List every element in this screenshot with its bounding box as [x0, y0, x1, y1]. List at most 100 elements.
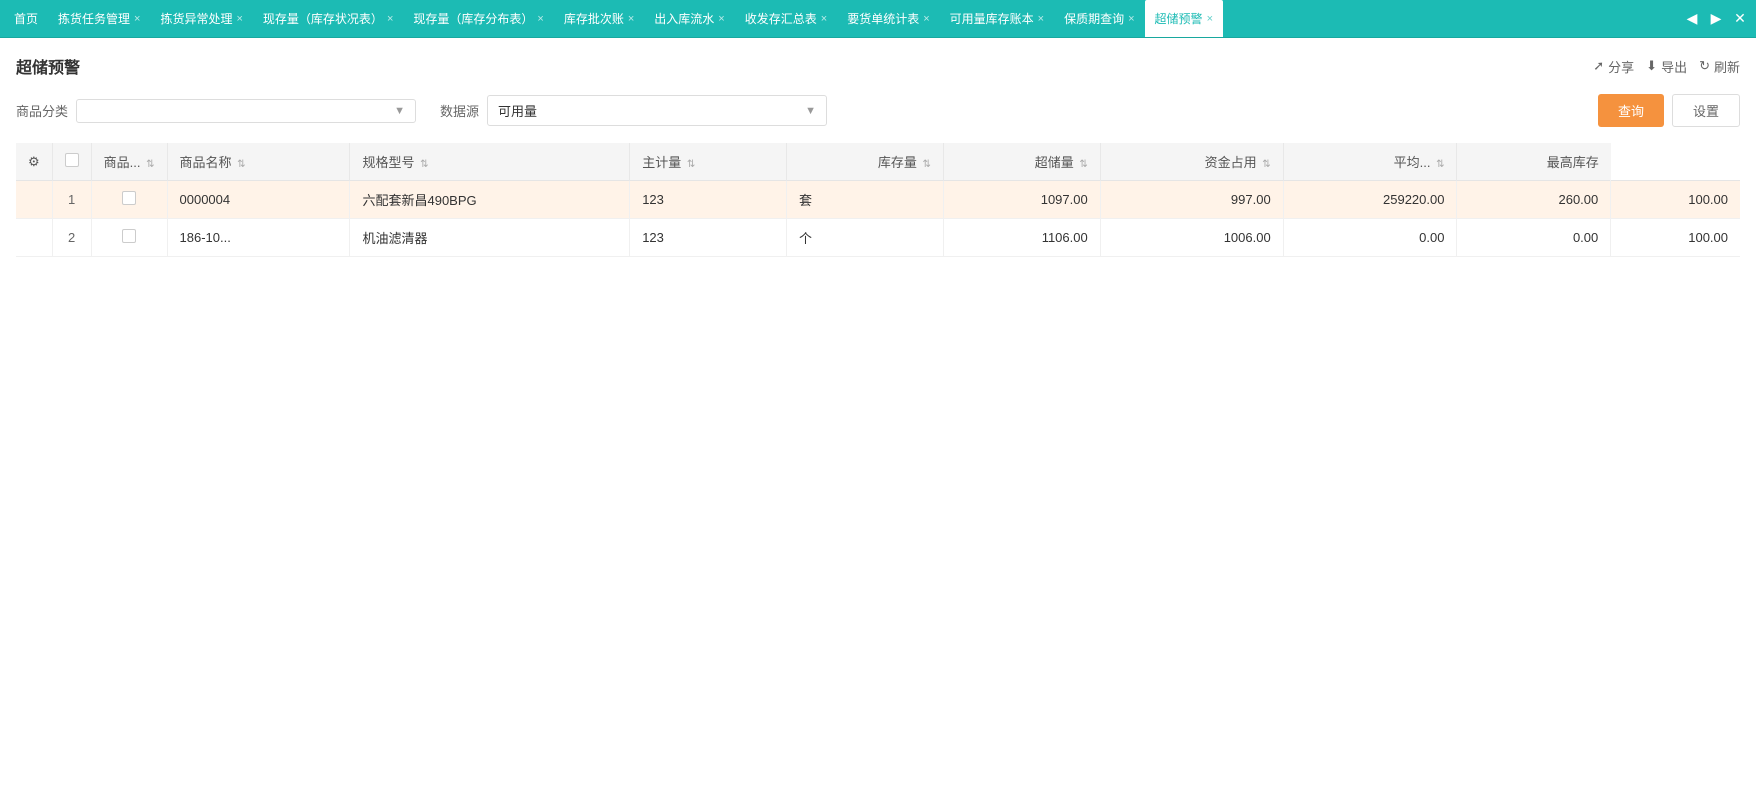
nav-tab-label: 出入库流水	[654, 10, 714, 27]
nav-tab-home[interactable]: 首页	[4, 0, 48, 38]
nav-tab-recv-send[interactable]: 收发存汇总表 ×	[735, 0, 837, 38]
nav-tab-close-icon[interactable]: ×	[236, 13, 242, 25]
row-unit: 个	[787, 219, 944, 257]
sort-icon: ⇅	[1262, 159, 1270, 170]
nav-tab-close-icon[interactable]: ×	[134, 13, 140, 25]
share-icon: ➚	[1593, 58, 1604, 74]
nav-tab-inventory-dist[interactable]: 现存量（库存分布表） ×	[403, 0, 553, 38]
row-overstock: 997.00	[1100, 181, 1283, 219]
col-overstock[interactable]: 超储量 ⇅	[943, 143, 1100, 181]
datasource-label: 数据源	[440, 101, 479, 120]
row-product-name: 机油滤清器	[350, 219, 630, 257]
col-max-stock[interactable]: 最高库存	[1457, 143, 1611, 181]
nav-tab-close-icon[interactable]: ×	[628, 13, 634, 25]
nav-tab-available-inv[interactable]: 可用量库存账本 ×	[940, 0, 1054, 38]
row-stock: 1106.00	[943, 219, 1100, 257]
nav-tab-close-icon[interactable]: ×	[718, 13, 724, 25]
col-stock[interactable]: 库存量 ⇅	[787, 143, 944, 181]
table-body: 10000004六配套新昌490BPG123套1097.00997.002592…	[16, 181, 1740, 257]
table-row: 2186-10...机油滤清器123个1106.001006.000.000.0…	[16, 219, 1740, 257]
row-avg: 0.00	[1457, 219, 1611, 257]
data-table: ⚙ 商品... ⇅ 商品名称 ⇅ 规格型号 ⇅ 主计量	[16, 143, 1740, 257]
row-checkbox[interactable]	[91, 219, 167, 257]
col-spec[interactable]: 规格型号 ⇅	[350, 143, 630, 181]
nav-tab-label: 可用量库存账本	[950, 10, 1034, 27]
nav-tab-order-stats[interactable]: 要货单统计表 ×	[837, 0, 939, 38]
nav-tab-close-icon[interactable]: ×	[923, 13, 929, 25]
row-num: 1	[52, 181, 91, 219]
row-product-code: 186-10...	[167, 219, 350, 257]
row-spec: 123	[630, 181, 787, 219]
category-label: 商品分类	[16, 101, 68, 120]
table-header: ⚙ 商品... ⇅ 商品名称 ⇅ 规格型号 ⇅ 主计量	[16, 143, 1740, 181]
nav-tab-label: 拣货异常处理	[160, 10, 232, 27]
row-capital: 259220.00	[1283, 181, 1457, 219]
nav-tab-close-icon[interactable]: ×	[387, 13, 393, 25]
row-capital: 0.00	[1283, 219, 1457, 257]
nav-close-button[interactable]: ✕	[1728, 0, 1752, 38]
header-actions: ➚ 分享 ⬇ 导出 ↻ 刷新	[1593, 57, 1740, 76]
datasource-filter: 数据源 可用量 ▼	[440, 95, 827, 126]
table-header-row: ⚙ 商品... ⇅ 商品名称 ⇅ 规格型号 ⇅ 主计量	[16, 143, 1740, 181]
sort-icon: ⇅	[1436, 159, 1444, 170]
datasource-select[interactable]: 可用量 ▼	[487, 95, 827, 126]
col-settings[interactable]: ⚙	[16, 143, 52, 181]
nav-tab-label: 超储预警	[1155, 10, 1203, 27]
refresh-label: 刷新	[1714, 57, 1740, 76]
datasource-chevron-icon: ▼	[805, 105, 816, 117]
nav-tab-inout-flow[interactable]: 出入库流水 ×	[644, 0, 734, 38]
sort-icon: ⇅	[237, 159, 245, 170]
col-capital[interactable]: 资金占用 ⇅	[1100, 143, 1283, 181]
nav-tab-inventory-status[interactable]: 现存量（库存状况表） ×	[253, 0, 403, 38]
nav-tab-pick-task[interactable]: 拣货任务管理 ×	[48, 0, 150, 38]
export-label: 导出	[1661, 57, 1687, 76]
page-title: 超储预警	[16, 54, 80, 78]
settings-button[interactable]: 设置	[1672, 94, 1740, 127]
row-unit: 套	[787, 181, 944, 219]
nav-tab-close-icon[interactable]: ×	[537, 13, 543, 25]
query-button[interactable]: 查询	[1598, 94, 1664, 127]
share-label: 分享	[1608, 57, 1634, 76]
row-spec: 123	[630, 219, 787, 257]
export-button[interactable]: ⬇ 导出	[1646, 57, 1687, 76]
filter-row: 商品分类 ▼ 数据源 可用量 ▼ 查询 设置	[16, 94, 1740, 127]
col-product-code[interactable]: 商品... ⇅	[91, 143, 167, 181]
row-checkbox-input[interactable]	[122, 191, 136, 205]
nav-tab-close-icon[interactable]: ×	[1038, 13, 1044, 25]
nav-tab-quality-date[interactable]: 保质期查询 ×	[1054, 0, 1144, 38]
row-overstock: 1006.00	[1100, 219, 1283, 257]
nav-tab-label: 保质期查询	[1064, 10, 1124, 27]
row-checkbox-input[interactable]	[122, 229, 136, 243]
category-select[interactable]: ▼	[76, 99, 416, 123]
header-checkbox[interactable]	[65, 153, 79, 167]
row-checkbox[interactable]	[91, 181, 167, 219]
row-product-name: 六配套新昌490BPG	[350, 181, 630, 219]
refresh-button[interactable]: ↻ 刷新	[1699, 57, 1740, 76]
nav-tab-label: 现存量（库存分布表）	[413, 10, 533, 27]
export-icon: ⬇	[1646, 58, 1657, 74]
nav-tab-pick-exception[interactable]: 拣货异常处理 ×	[150, 0, 252, 38]
nav-next-button[interactable]: ▶	[1704, 0, 1728, 38]
category-filter: 商品分类 ▼	[16, 99, 416, 123]
col-avg[interactable]: 平均... ⇅	[1283, 143, 1457, 181]
nav-tab-overstock[interactable]: 超储预警 ×	[1145, 0, 1223, 38]
row-num: 2	[52, 219, 91, 257]
nav-tab-close-icon[interactable]: ×	[1207, 13, 1213, 25]
nav-tab-label: 库存批次账	[564, 10, 624, 27]
nav-tab-inventory-batch[interactable]: 库存批次账 ×	[554, 0, 644, 38]
col-product-name[interactable]: 商品名称 ⇅	[167, 143, 350, 181]
sort-icon: ⇅	[687, 159, 695, 170]
page-header: 超储预警 ➚ 分享 ⬇ 导出 ↻ 刷新	[16, 54, 1740, 78]
nav-tab-close-icon[interactable]: ×	[1128, 13, 1134, 25]
col-unit[interactable]: 主计量 ⇅	[630, 143, 787, 181]
sort-icon: ⇅	[1079, 159, 1087, 170]
row-stock: 1097.00	[943, 181, 1100, 219]
nav-tab-label: 收发存汇总表	[745, 10, 817, 27]
share-button[interactable]: ➚ 分享	[1593, 57, 1634, 76]
col-checkbox[interactable]	[52, 143, 91, 181]
sort-icon: ⇅	[922, 159, 930, 170]
category-chevron-icon: ▼	[394, 105, 405, 117]
nav-prev-button[interactable]: ◀	[1680, 0, 1704, 38]
nav-tab-close-icon[interactable]: ×	[821, 13, 827, 25]
nav-tab-label: 首页	[14, 10, 38, 27]
